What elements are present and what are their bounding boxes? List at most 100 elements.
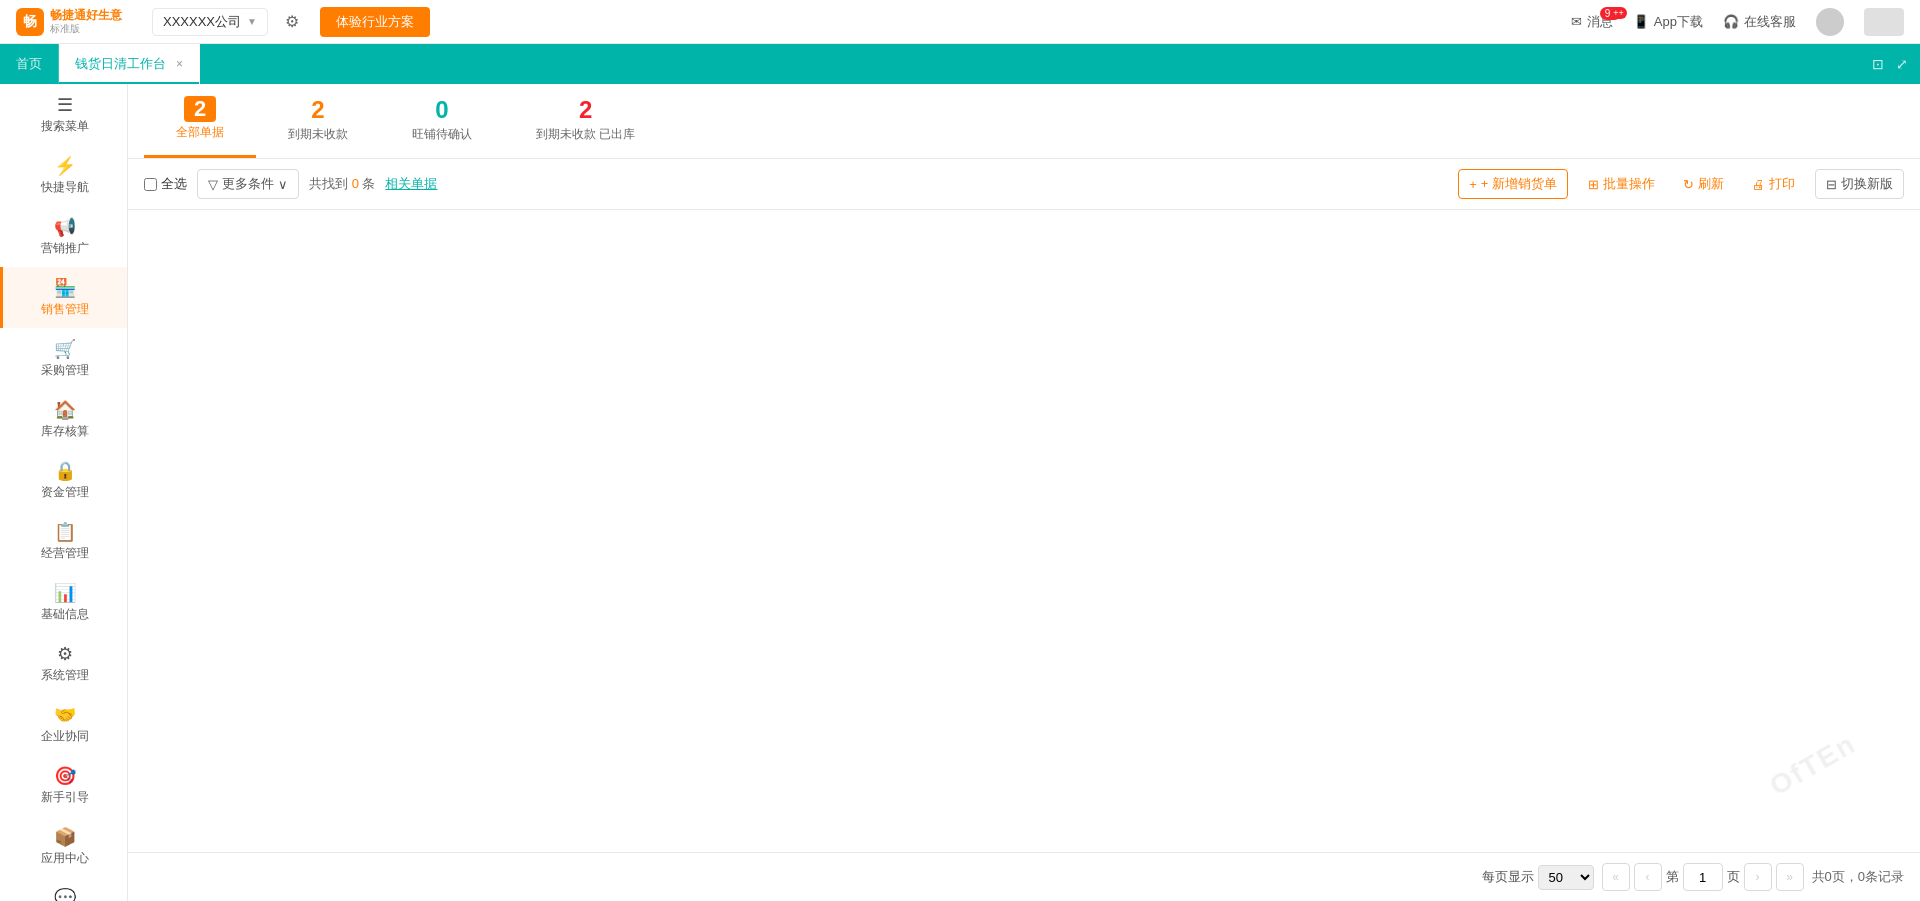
marketing-icon: 📢 xyxy=(54,218,76,236)
sidebar-item-sales-mgmt[interactable]: 🏪 销售管理 xyxy=(0,267,127,328)
stat-tab-all[interactable]: 2 全部单据 xyxy=(144,84,256,158)
print-button[interactable]: 🖨 打印 xyxy=(1744,170,1803,198)
main-content: 2 全部单据 2 到期未收款 0 旺铺待确认 2 到期未收款 已出库 全选 xyxy=(128,84,1920,901)
company-name: XXXXXX公司 xyxy=(163,13,241,31)
trial-button[interactable]: 体验行业方案 xyxy=(320,7,430,37)
stat-tab-overdue-unpaid[interactable]: 2 到期未收款 xyxy=(256,84,380,158)
avatar[interactable] xyxy=(1816,8,1844,36)
settings-button[interactable]: ⚙ xyxy=(276,6,308,38)
stat-label-all: 全部单据 xyxy=(176,124,224,141)
stat-num-shipped: 2 xyxy=(579,96,592,124)
sidebar-item-basic-info[interactable]: 📊 基础信息 xyxy=(0,572,127,633)
refresh-button[interactable]: ↻ 刷新 xyxy=(1675,170,1732,198)
stat-num-all: 2 xyxy=(184,96,216,122)
first-page-button[interactable]: « xyxy=(1602,863,1630,891)
operations-icon: 📋 xyxy=(54,523,76,541)
app-center-icon: 📦 xyxy=(54,828,76,846)
online-service-label: 在线客服 xyxy=(1744,13,1796,31)
switch-label: 切换新版 xyxy=(1841,175,1893,193)
select-all-label: 全选 xyxy=(161,175,187,193)
toolbar-right: + + 新增销货单 ⊞ 批量操作 ↻ 刷新 🖨 打印 ⊟ 切换新版 xyxy=(1458,169,1904,199)
sidebar-item-enterprise-wechat[interactable]: 💬 企业微信 xyxy=(0,877,127,901)
select-all-checkbox[interactable]: 全选 xyxy=(144,175,187,193)
logo-icon: 畅 xyxy=(16,8,44,36)
batch-icon: ⊞ xyxy=(1588,177,1599,192)
sidebar-label-sales: 销售管理 xyxy=(41,301,89,318)
tab-home-label: 首页 xyxy=(16,55,42,73)
tab-maximize-icon[interactable]: ⤢ xyxy=(1896,56,1908,72)
found-unit: 条 xyxy=(362,176,375,191)
print-icon: 🖨 xyxy=(1752,177,1765,192)
system-icon: ⚙ xyxy=(57,645,73,663)
sidebar-item-inventory[interactable]: 🏠 库存核算 xyxy=(0,389,127,450)
stat-label-pending: 旺铺待确认 xyxy=(412,126,472,143)
sidebar-item-app-center[interactable]: 📦 应用中心 xyxy=(0,816,127,877)
app-download-button[interactable]: 📱 App下载 xyxy=(1633,13,1703,31)
batch-operation-button[interactable]: ⊞ 批量操作 xyxy=(1580,170,1663,198)
sidebar-label-operations: 经营管理 xyxy=(41,545,89,562)
new-guide-icon: 🎯 xyxy=(54,767,76,785)
switch-version-button[interactable]: ⊟ 切换新版 xyxy=(1815,169,1904,199)
capital-icon: 🔒 xyxy=(54,462,76,480)
tab-home[interactable]: 首页 xyxy=(0,44,59,84)
message-button[interactable]: ✉ 消息 99 + xyxy=(1571,13,1613,31)
sidebar-label-new-guide: 新手引导 xyxy=(41,789,89,806)
print-label: 打印 xyxy=(1769,175,1795,193)
gear-icon: ⚙ xyxy=(285,12,299,31)
sidebar-label-capital: 资金管理 xyxy=(41,484,89,501)
batch-label: 批量操作 xyxy=(1603,175,1655,193)
sidebar-label-inventory: 库存核算 xyxy=(41,423,89,440)
header-right: ✉ 消息 99 + 📱 App下载 🎧 在线客服 xyxy=(1571,8,1904,36)
total-records-text: 共0页，0条记录 xyxy=(1812,868,1904,886)
sidebar-item-enterprise-collab[interactable]: 🤝 企业协同 xyxy=(0,694,127,755)
per-page-select[interactable]: 50 20 100 xyxy=(1538,865,1594,890)
sidebar-item-system[interactable]: ⚙ 系统管理 xyxy=(0,633,127,694)
tab-close-icon[interactable]: × xyxy=(176,57,183,71)
per-page-label: 每页显示 xyxy=(1482,868,1534,886)
sidebar-item-operations[interactable]: 📋 经营管理 xyxy=(0,511,127,572)
prev-page-button[interactable]: ‹ xyxy=(1634,863,1662,891)
tab-cashflow-label: 钱货日清工作台 xyxy=(75,55,166,73)
sidebar-item-quick-nav[interactable]: ⚡ 快捷导航 xyxy=(0,145,127,206)
sidebar-item-marketing[interactable]: 📢 营销推广 xyxy=(0,206,127,267)
sidebar-item-capital[interactable]: 🔒 资金管理 xyxy=(0,450,127,511)
sidebar-item-purchase-mgmt[interactable]: 🛒 采购管理 xyxy=(0,328,127,389)
user-panel[interactable] xyxy=(1864,8,1904,36)
stat-label-overdue: 到期未收款 xyxy=(288,126,348,143)
next-page-button[interactable]: › xyxy=(1744,863,1772,891)
stat-tab-overdue-shipped[interactable]: 2 到期未收款 已出库 xyxy=(504,84,667,158)
last-page-button[interactable]: » xyxy=(1776,863,1804,891)
quick-nav-icon: ⚡ xyxy=(54,157,76,175)
enterprise-wechat-icon: 💬 xyxy=(54,889,76,901)
message-icon: ✉ xyxy=(1571,14,1582,29)
page-input[interactable] xyxy=(1683,863,1723,891)
toolbar: 全选 ▽ 更多条件 ∨ 共找到 0 条 相关单据 + + 新增销货单 xyxy=(128,159,1920,210)
app-download-label: App下载 xyxy=(1654,13,1703,31)
tab-minimize-icon[interactable]: ⊡ xyxy=(1872,56,1884,72)
related-link[interactable]: 相关单据 xyxy=(385,175,437,193)
sidebar-label-enterprise-collab: 企业协同 xyxy=(41,728,89,745)
stat-tab-pending-confirm[interactable]: 0 旺铺待确认 xyxy=(380,84,504,158)
sidebar-label-system: 系统管理 xyxy=(41,667,89,684)
search-menu-icon: ☰ xyxy=(57,96,73,114)
filter-button[interactable]: ▽ 更多条件 ∨ xyxy=(197,169,299,199)
plus-icon: + xyxy=(1469,177,1477,192)
sidebar-label-app-center: 应用中心 xyxy=(41,850,89,867)
tab-cashflow[interactable]: 钱货日清工作台 × xyxy=(59,44,200,84)
company-selector[interactable]: XXXXXX公司 ▼ xyxy=(152,8,268,36)
select-all-input[interactable] xyxy=(144,178,157,191)
sidebar-item-new-guide[interactable]: 🎯 新手引导 xyxy=(0,755,127,816)
page-size-selector: 每页显示 50 20 100 xyxy=(1482,865,1594,890)
switch-icon: ⊟ xyxy=(1826,177,1837,192)
sidebar-item-search-menu[interactable]: ☰ 搜索菜单 xyxy=(0,84,127,145)
service-icon: 🎧 xyxy=(1723,14,1739,29)
logo-subtitle: 标准版 xyxy=(50,23,122,35)
refresh-label: 刷新 xyxy=(1698,175,1724,193)
new-sales-order-button[interactable]: + + 新增销货单 xyxy=(1458,169,1568,199)
stat-num-overdue: 2 xyxy=(311,96,324,124)
toolbar-left: 全选 ▽ 更多条件 ∨ 共找到 0 条 相关单据 xyxy=(144,169,437,199)
stats-tabs: 2 全部单据 2 到期未收款 0 旺铺待确认 2 到期未收款 已出库 xyxy=(128,84,1920,159)
refresh-icon: ↻ xyxy=(1683,177,1694,192)
found-text: 共找到 0 条 xyxy=(309,175,375,193)
online-service-button[interactable]: 🎧 在线客服 xyxy=(1723,13,1796,31)
